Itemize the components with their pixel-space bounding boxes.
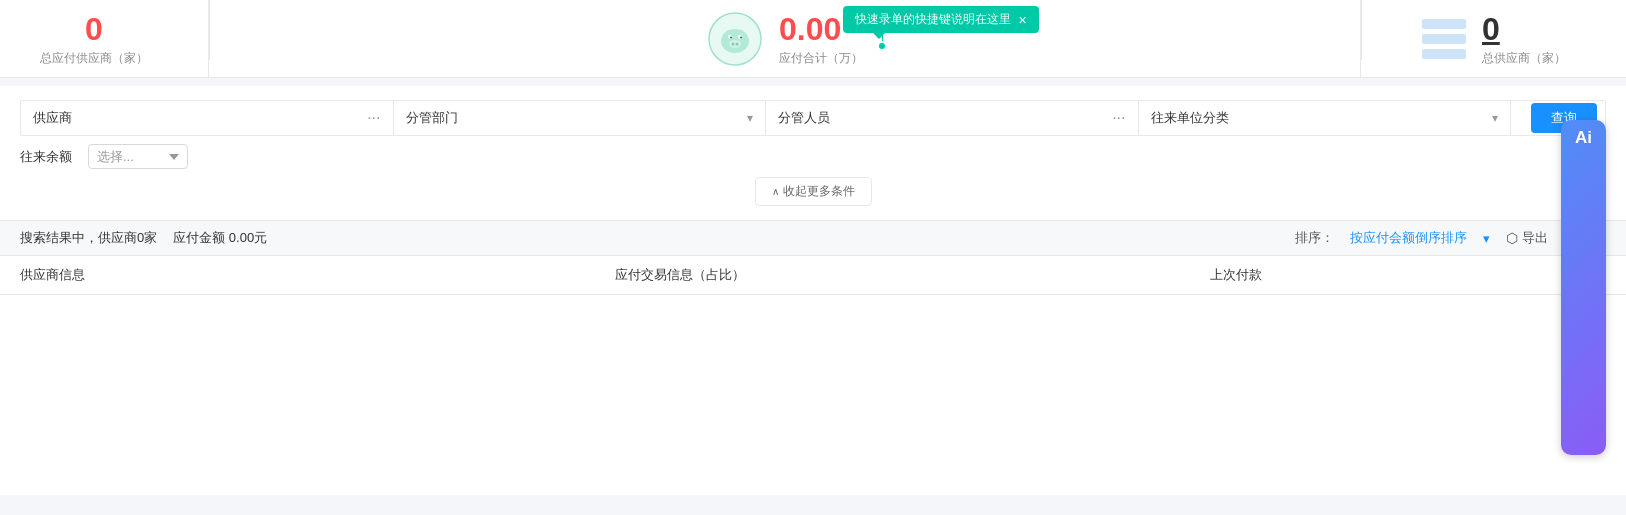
tooltip-close-icon[interactable]: × [1019,13,1027,27]
tooltip-dot [877,41,887,51]
col-last-payment: 上次付款 [1210,266,1607,284]
results-actions: 排序： 按应付会额倒序排序 ▾ ⬡ 导出 ↺ 刷新 [1295,229,1606,247]
collapse-chevron-icon: ∧ [772,186,779,197]
pig-icon [707,11,763,67]
unit-class-label: 往来单位分类 [1151,109,1229,127]
stat-total-suppliers: 0 总供应商（家） [1362,0,1626,77]
export-label: 导出 [1522,229,1548,247]
col-payable-info: 应付交易信息（占比） [615,266,1210,284]
svg-point-6 [736,42,739,45]
person-dots[interactable]: ··· [1112,109,1125,127]
dept-chevron-icon[interactable]: ▾ [747,111,753,125]
export-button[interactable]: ⬡ 导出 [1506,229,1548,247]
ai-badge[interactable]: Ai [1561,120,1606,455]
stat-payable-label: 总应付供应商（家） [40,50,148,67]
stat-total-label: 总供应商（家） [1482,50,1566,67]
stat-payable-suppliers: 0 总应付供应商（家） [0,0,209,77]
filter-row-2: 往来余额 选择... [20,144,1606,169]
unit-class-filter: 往来单位分类 ▾ [1139,101,1512,135]
person-label: 分管人员 [778,109,830,127]
dept-filter: 分管部门 ▾ [394,101,767,135]
svg-point-10 [740,36,742,38]
filter-row-1: 供应商 ··· 分管部门 ▾ 分管人员 ··· 往来单位分类 ▾ 查询 [20,100,1606,136]
svg-point-5 [732,42,735,45]
sort-chevron-icon[interactable]: ▾ [1483,231,1490,246]
results-bar: 搜索结果中，供应商0家 应付金额 0.00元 排序： 按应付会额倒序排序 ▾ ⬡… [0,221,1626,256]
filter-area: 供应商 ··· 分管部门 ▾ 分管人员 ··· 往来单位分类 ▾ 查询 往来余额 [0,86,1626,221]
supplier-dots[interactable]: ··· [367,109,380,127]
tooltip-bubble: 快速录单的快捷键说明在这里 × [843,6,1039,33]
balance-label: 往来余额 [20,148,72,166]
stat-payable-amount-label: 应付合计（万） [779,50,863,67]
stat-payable-number: 0 [85,10,103,48]
balance-select[interactable]: 选择... [88,144,188,169]
table-body [0,295,1626,495]
unit-chevron-icon[interactable]: ▾ [1492,111,1498,125]
svg-point-4 [729,40,741,48]
stat-payable-total: 0.00 应付合计（万） 快速录单的快捷键说明在这里 × [210,0,1361,77]
person-filter: 分管人员 ··· [766,101,1139,135]
results-suppliers: 搜索结果中，供应商0家 [20,229,157,247]
collapse-label: 收起更多条件 [783,183,855,200]
stat-total-number: 0 [1482,10,1500,48]
dept-label: 分管部门 [406,109,458,127]
placeholder-boxes [1422,19,1466,59]
col-supplier-info: 供应商信息 [20,266,615,284]
results-info: 搜索结果中，供应商0家 应付金额 0.00元 [20,229,267,247]
stats-bar: 0 总应付供应商（家） 0.00 应付合计（万） [0,0,1626,78]
sort-label: 排序： [1295,229,1334,247]
stat-payable-amount: 0.00 [779,10,841,48]
results-amount: 应付金额 0.00元 [173,229,267,247]
tooltip-text: 快速录单的快捷键说明在这里 [855,11,1011,28]
collapse-button[interactable]: ∧ 收起更多条件 [755,177,872,206]
svg-point-9 [730,36,732,38]
export-icon: ⬡ [1506,230,1518,246]
table-header: 供应商信息 应付交易信息（占比） 上次付款 [0,256,1626,295]
supplier-filter: 供应商 ··· [21,101,394,135]
sort-value[interactable]: 按应付会额倒序排序 [1350,229,1467,247]
supplier-label: 供应商 [33,109,72,127]
